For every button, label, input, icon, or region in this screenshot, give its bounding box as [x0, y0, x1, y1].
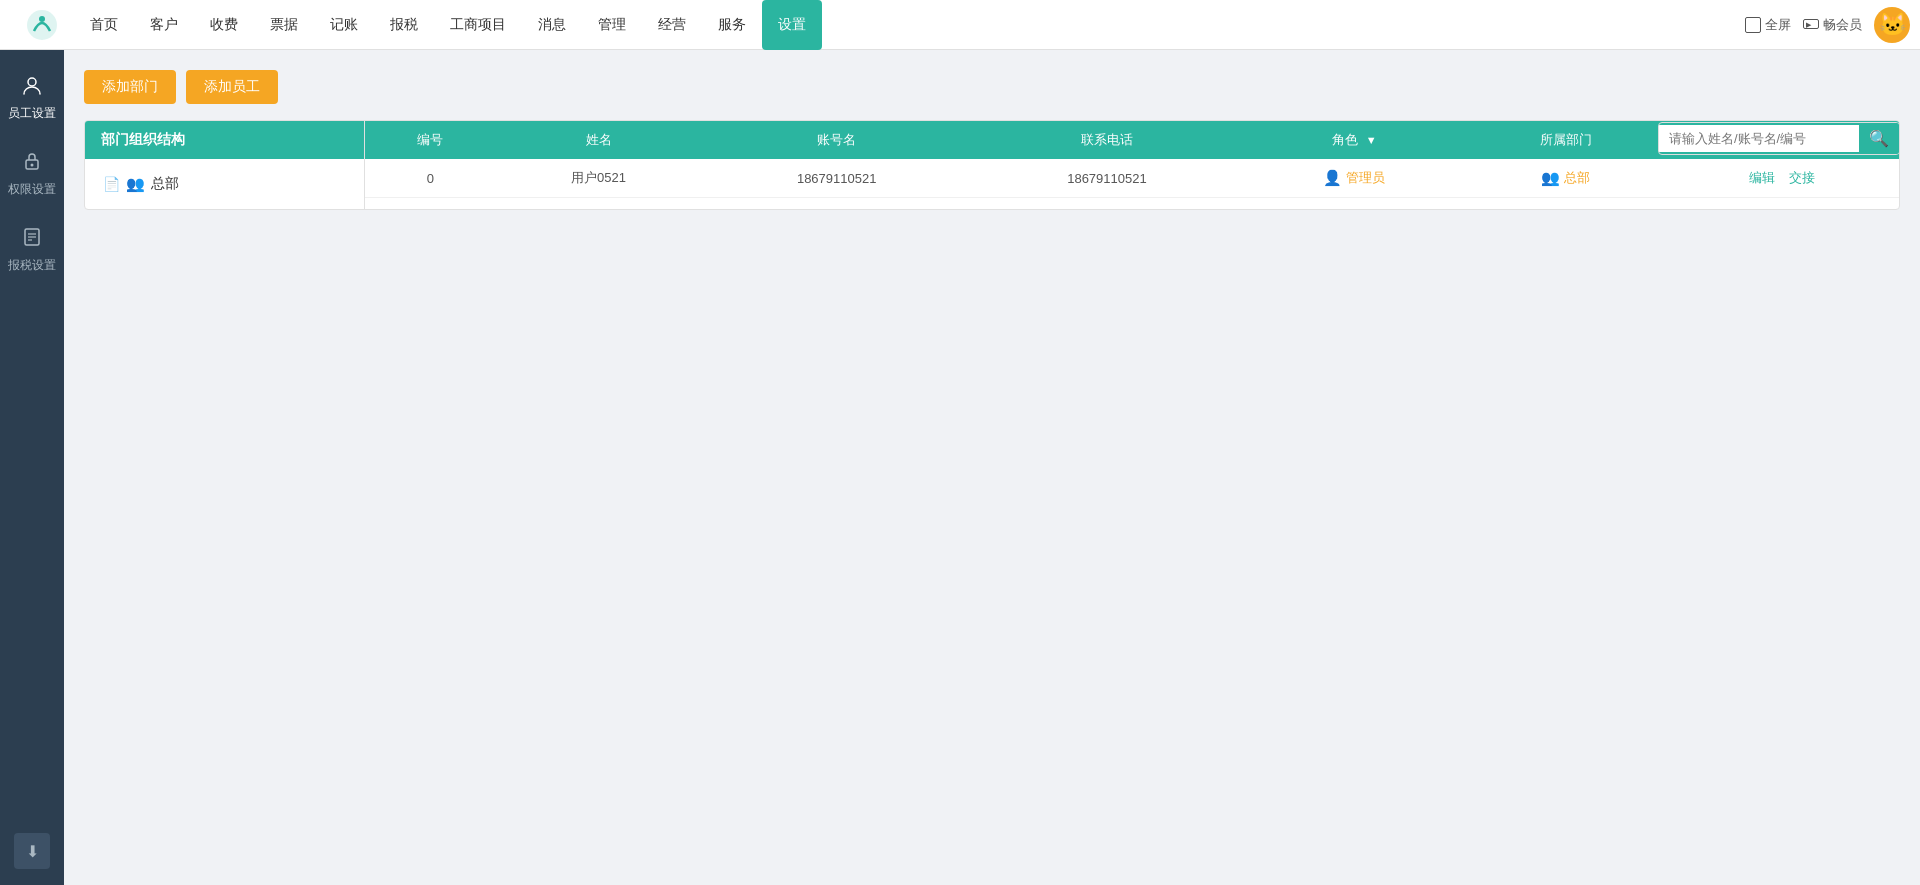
nav-settings[interactable]: 设置	[762, 0, 822, 50]
nav-service[interactable]: 服务	[702, 0, 762, 50]
vip-button[interactable]: ▶ 畅会员	[1803, 16, 1862, 34]
cell-dept: 👥 总部	[1467, 159, 1665, 198]
nav-message[interactable]: 消息	[522, 0, 582, 50]
svg-point-1	[39, 16, 45, 22]
permission-icon	[21, 150, 43, 177]
nav-operation[interactable]: 经营	[642, 0, 702, 50]
fullscreen-icon	[1745, 17, 1761, 33]
dept-user-icon-cell: 👥	[1541, 169, 1560, 187]
add-dept-button[interactable]: 添加部门	[84, 70, 176, 104]
cell-operations: 编辑 交接	[1665, 159, 1899, 198]
svg-point-4	[31, 164, 34, 167]
cell-account: 18679110521	[702, 159, 972, 198]
dept-group-icon: 👥	[126, 175, 145, 193]
sidebar-item-employee[interactable]: 员工设置	[0, 60, 64, 136]
col-dept: 所属部门	[1467, 121, 1665, 159]
sidebar-scroll-button[interactable]: ⬇	[14, 833, 50, 869]
col-id: 编号	[365, 121, 496, 159]
user-avatar[interactable]: 🐱	[1874, 7, 1910, 43]
table-row: 0 用户0521 18679110521 18679110521 👤 管理员	[365, 159, 1899, 198]
search-input[interactable]	[1659, 125, 1859, 152]
col-role: 角色 ▼	[1242, 121, 1467, 159]
vip-icon: ▶	[1803, 19, 1819, 29]
dept-tree-body: 📄 👥 总部	[85, 159, 364, 209]
dept-tree-header: 部门组织结构	[85, 121, 364, 159]
avatar-icon: 🐱	[1879, 12, 1906, 38]
dept-tree: 部门组织结构 📄 👥 总部	[85, 121, 365, 209]
add-employee-button[interactable]: 添加员工	[186, 70, 278, 104]
nav-fee[interactable]: 收费	[194, 0, 254, 50]
dept-tree-item-general[interactable]: 📄 👥 总部	[95, 169, 354, 199]
search-icon: 🔍	[1869, 130, 1889, 147]
col-name: 姓名	[496, 121, 702, 159]
download-icon: ⬇	[26, 842, 39, 861]
top-navigation: 首页 客户 收费 票据 记账 报税 工商项目 消息 管理 经营 服务 设置 全屏…	[0, 0, 1920, 50]
nav-items: 首页 客户 收费 票据 记账 报税 工商项目 消息 管理 经营 服务 设置	[74, 0, 1745, 50]
cell-role: 👤 管理员	[1242, 159, 1467, 198]
sidebar-label-permission: 权限设置	[8, 181, 56, 198]
sidebar-item-tax-settings[interactable]: 报税设置	[0, 212, 64, 288]
col-phone: 联系电话	[972, 121, 1242, 159]
action-bar: 添加部门 添加员工	[84, 70, 1900, 104]
cell-name: 用户0521	[496, 159, 702, 198]
nav-bookkeeping[interactable]: 记账	[314, 0, 374, 50]
sidebar-bottom: ⬇	[0, 833, 64, 885]
dept-file-icon: 📄	[103, 176, 120, 192]
handover-button[interactable]: 交接	[1789, 170, 1815, 185]
nav-home[interactable]: 首页	[74, 0, 134, 50]
fullscreen-button[interactable]: 全屏	[1745, 16, 1791, 34]
cell-id: 0	[365, 159, 496, 198]
svg-point-0	[27, 10, 57, 40]
svg-point-2	[28, 78, 36, 86]
nav-business[interactable]: 工商项目	[434, 0, 522, 50]
sidebar-label-tax-settings: 报税设置	[8, 257, 56, 274]
sidebar-item-permission[interactable]: 权限设置	[0, 136, 64, 212]
col-account: 账号名	[702, 121, 972, 159]
edit-button[interactable]: 编辑	[1749, 170, 1775, 185]
main-content: 添加部门 添加员工 🔍 部门组织结构 📄 👥 总部	[64, 50, 1920, 885]
cell-phone: 18679110521	[972, 159, 1242, 198]
nav-ticket[interactable]: 票据	[254, 0, 314, 50]
role-user-icon: 👤	[1323, 169, 1342, 187]
search-button[interactable]: 🔍	[1859, 123, 1899, 154]
dept-item-label: 总部	[151, 175, 179, 193]
left-sidebar: 员工设置 权限设置 报税设置 ⬇	[0, 50, 64, 885]
tax-settings-icon	[21, 226, 43, 253]
nav-tax[interactable]: 报税	[374, 0, 434, 50]
nav-customer[interactable]: 客户	[134, 0, 194, 50]
sidebar-label-employee: 员工设置	[8, 105, 56, 122]
app-logo	[10, 9, 74, 41]
nav-manage[interactable]: 管理	[582, 0, 642, 50]
search-bar: 🔍	[1658, 122, 1900, 155]
employee-icon	[21, 74, 43, 101]
nav-right: 全屏 ▶ 畅会员 🐱	[1745, 7, 1910, 43]
content-area: 部门组织结构 📄 👥 总部 编号 姓名 账号名 联系电话	[84, 120, 1900, 210]
role-filter-icon[interactable]: ▼	[1366, 134, 1377, 146]
